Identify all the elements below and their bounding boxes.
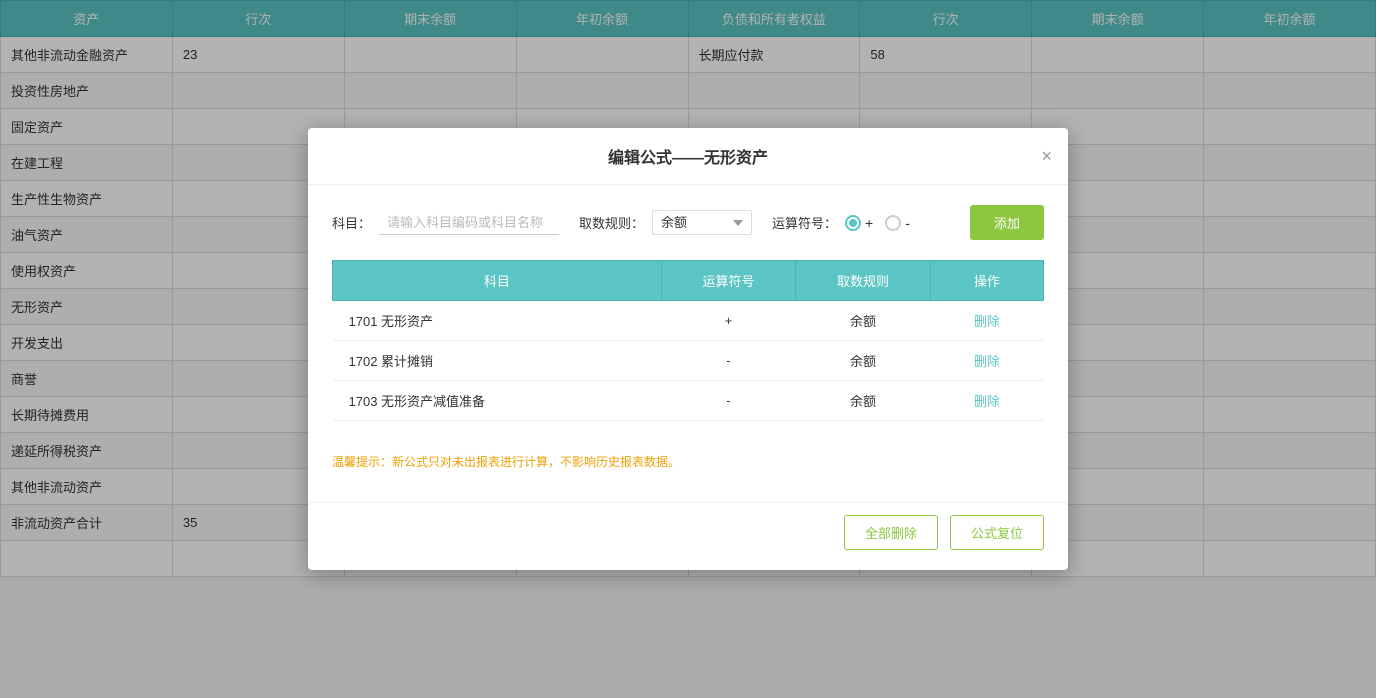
- operator-minus-circle: [885, 215, 901, 231]
- formula-operator-cell: -: [661, 381, 796, 421]
- modal-dialog: 编辑公式——无形资产 × 科目： 取数规则： 余额借方发生额贷方发生额 运算符号…: [308, 128, 1068, 570]
- formula-subject-cell: 1701 无形资产: [333, 301, 662, 341]
- subject-field: 科目：: [332, 211, 559, 235]
- reset-button[interactable]: 公式复位: [950, 515, 1044, 550]
- formula-operator-cell: -: [661, 341, 796, 381]
- modal-footer: 全部删除 公式复位: [308, 502, 1068, 570]
- warning-text: 温馨提示：新公式只对未出报表进行计算，不影响历史报表数据。: [332, 441, 1044, 482]
- formula-table: 科目运算符号取数规则操作 1701 无形资产+余额删除1702 累计摊销-余额删…: [332, 260, 1044, 421]
- operator-minus-radio[interactable]: -: [885, 215, 910, 231]
- table-row: 1701 无形资产+余额 删除: [333, 301, 1044, 341]
- operator-radio-group: + -: [845, 215, 910, 231]
- rule-label: 取数规则：: [579, 213, 644, 232]
- subject-input[interactable]: [379, 211, 559, 235]
- operator-plus-circle: [845, 215, 861, 231]
- modal-header: 编辑公式——无形资产 ×: [308, 128, 1068, 185]
- add-button[interactable]: 添加: [970, 205, 1044, 240]
- modal-overlay: 编辑公式——无形资产 × 科目： 取数规则： 余额借方发生额贷方发生额 运算符号…: [0, 0, 1376, 698]
- formula-subject-cell: 1702 累计摊销: [333, 341, 662, 381]
- formula-action-cell: 删除: [930, 381, 1043, 421]
- close-button[interactable]: ×: [1041, 147, 1052, 165]
- delete-link[interactable]: 删除: [974, 354, 1000, 369]
- operator-plus-radio[interactable]: +: [845, 215, 873, 231]
- formula-rule-cell: 余额: [796, 341, 931, 381]
- table-row: 1702 累计摊销-余额 删除: [333, 341, 1044, 381]
- operator-plus-label: +: [865, 215, 873, 231]
- operator-label: 运算符号：: [772, 213, 837, 232]
- form-row: 科目： 取数规则： 余额借方发生额贷方发生额 运算符号： +: [332, 205, 1044, 240]
- formula-operator-cell: +: [661, 301, 796, 341]
- modal-body: 科目： 取数规则： 余额借方发生额贷方发生额 运算符号： +: [308, 185, 1068, 502]
- delete-link[interactable]: 删除: [974, 394, 1000, 409]
- delete-all-button[interactable]: 全部删除: [844, 515, 938, 550]
- formula-rule-cell: 余额: [796, 381, 931, 421]
- formula-table-header: 操作: [930, 261, 1043, 301]
- rule-field: 取数规则： 余额借方发生额贷方发生额: [579, 210, 752, 235]
- modal-title: 编辑公式——无形资产: [608, 150, 768, 167]
- formula-action-cell: 删除: [930, 341, 1043, 381]
- formula-action-cell: 删除: [930, 301, 1043, 341]
- operator-minus-label: -: [905, 215, 910, 231]
- formula-table-header: 科目: [333, 261, 662, 301]
- formula-subject-cell: 1703 无形资产减值准备: [333, 381, 662, 421]
- table-row: 1703 无形资产减值准备-余额 删除: [333, 381, 1044, 421]
- operator-field: 运算符号： + -: [772, 213, 910, 232]
- formula-rule-cell: 余额: [796, 301, 931, 341]
- formula-table-header: 取数规则: [796, 261, 931, 301]
- formula-table-header: 运算符号: [661, 261, 796, 301]
- rule-select-wrap: 余额借方发生额贷方发生额: [652, 210, 752, 235]
- delete-link[interactable]: 删除: [974, 314, 1000, 329]
- subject-label: 科目：: [332, 213, 371, 232]
- rule-select[interactable]: 余额借方发生额贷方发生额: [652, 210, 752, 235]
